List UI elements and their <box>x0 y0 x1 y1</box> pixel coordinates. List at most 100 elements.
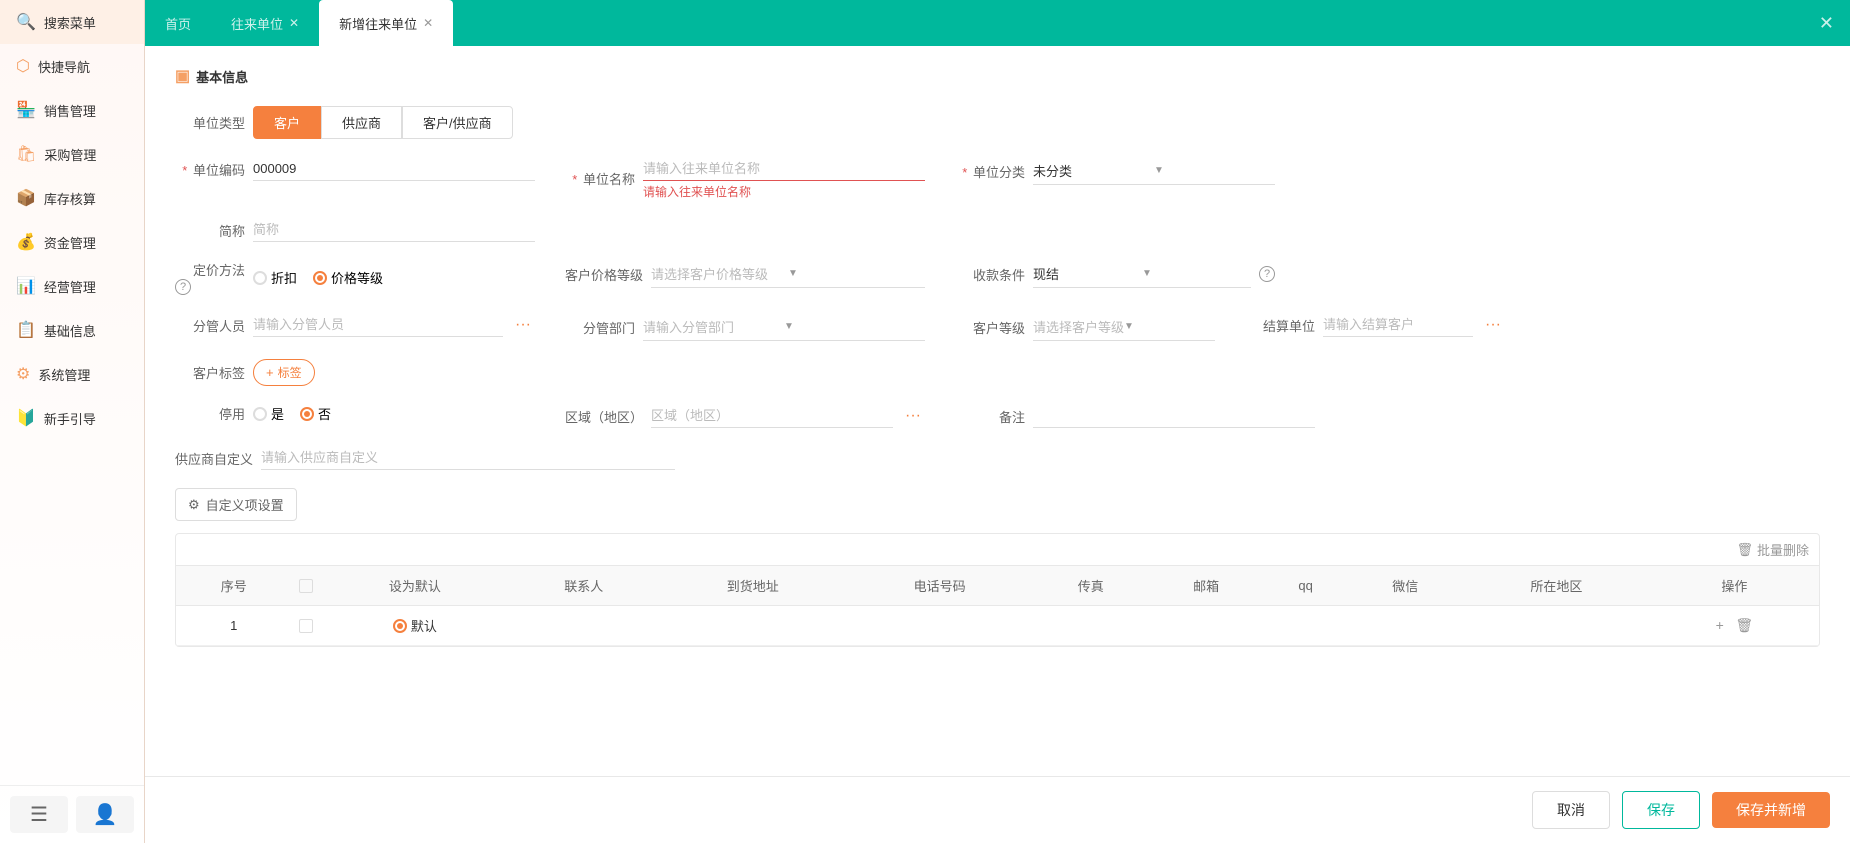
manager-input[interactable] <box>253 313 503 337</box>
table-head: 序号 设为默认 联系人 到货地址 电话号码 传真 邮箱 qq 微信 所在地区 <box>176 566 1819 606</box>
type-btn-supplier[interactable]: 供应商 <box>321 106 402 139</box>
no-label: 否 <box>318 404 331 423</box>
manager-dots-btn[interactable]: ··· <box>511 316 535 334</box>
sidebar-item-label: 搜索菜单 <box>44 13 96 32</box>
customer-price-group: 客户价格等级 请选择客户价格等级 ▼ <box>565 260 925 288</box>
sidebar-user-btn[interactable]: 👤 <box>76 796 134 833</box>
search-icon: 🔍 <box>16 12 36 32</box>
discount-label: 折扣 <box>271 268 297 287</box>
department-select[interactable]: 请输入分管部门 ▼ <box>643 313 925 341</box>
sidebar-item-basic[interactable]: 📋 基础信息 <box>0 308 144 352</box>
tab-home-label: 首页 <box>165 14 191 33</box>
tab-bar: 首页 往来单位 ✕ 新增往来单位 ✕ ✕ <box>145 0 1850 46</box>
abbr-label: 简称 <box>175 221 245 240</box>
disabled-yes[interactable]: 是 <box>253 404 284 423</box>
sidebar-item-purchase[interactable]: 🛍 采购管理 <box>0 132 144 176</box>
region-dots-btn[interactable]: ··· <box>901 407 925 425</box>
table-row: 1 默认 <box>176 606 1819 646</box>
store-icon: 🏪 <box>16 100 36 120</box>
chevron-down-icon: ▼ <box>784 321 925 332</box>
sidebar-item-sales[interactable]: 🏪 销售管理 <box>0 88 144 132</box>
sidebar-item-label: 新手引导 <box>44 409 96 428</box>
tab-new-partner-close[interactable]: ✕ <box>423 16 433 30</box>
table-body: 1 默认 <box>176 606 1819 646</box>
type-btn-customer[interactable]: 客户 <box>253 106 321 139</box>
department-label: 分管部门 <box>565 318 635 337</box>
unit-code-name-row: * 单位编码 * 单位名称 请输入往来单位名称 * 单位分类 <box>175 157 1820 200</box>
unit-name-input[interactable] <box>643 157 925 181</box>
tab-new-partner[interactable]: 新增往来单位 ✕ <box>319 0 453 46</box>
tab-new-partner-label: 新增往来单位 <box>339 14 417 33</box>
add-tag-btn[interactable]: + 标签 <box>253 359 315 386</box>
sidebar-item-guide[interactable]: 🔰 新手引导 <box>0 396 144 440</box>
unit-name-error: 请输入往来单位名称 <box>643 183 925 200</box>
row-default[interactable]: 默认 <box>321 606 508 646</box>
plus-icon: + <box>266 365 274 380</box>
settlement-input[interactable] <box>1323 313 1473 337</box>
pricing-help-icon[interactable]: ? <box>175 279 191 295</box>
pricing-price-level[interactable]: 价格等级 <box>313 268 383 287</box>
col-checkbox <box>291 566 321 606</box>
supplier-custom-input[interactable] <box>261 446 675 470</box>
custom-settings-btn[interactable]: ⚙ 自定义项设置 <box>175 488 297 521</box>
no-radio <box>300 407 314 421</box>
row-checkbox[interactable] <box>299 619 313 633</box>
tags-row: 客户标签 + 标签 <box>175 359 1820 386</box>
row-contact <box>508 606 659 646</box>
sidebar-bottom: ☰ 👤 <box>0 785 144 843</box>
form-content: ▣ 基本信息 单位类型 客户 供应商 客户/供应商 * 单位编码 <box>145 46 1850 776</box>
payment-terms-select[interactable]: 现结 ▼ <box>1033 260 1251 288</box>
tab-bar-close-btn[interactable]: ✕ <box>1819 13 1834 34</box>
payment-help-icon[interactable]: ? <box>1259 266 1275 282</box>
type-btn-both[interactable]: 客户/供应商 <box>402 106 513 139</box>
row-phone <box>846 606 1033 646</box>
sidebar-item-quicknav[interactable]: ⬡ 快捷导航 <box>0 44 144 88</box>
row-email <box>1148 606 1263 646</box>
tab-partners[interactable]: 往来单位 ✕ <box>211 0 319 46</box>
cancel-button[interactable]: 取消 <box>1532 791 1610 829</box>
row-wechat <box>1348 606 1463 646</box>
sidebar-item-system[interactable]: ⚙ 系统管理 <box>0 352 144 396</box>
sidebar-item-inventory[interactable]: 📦 库存核算 <box>0 176 144 220</box>
pricing-discount[interactable]: 折扣 <box>253 268 297 287</box>
default-label: 默认 <box>411 616 437 635</box>
batch-delete-icon: 🗑 <box>1736 542 1753 558</box>
sidebar-item-finance[interactable]: 💰 资金管理 <box>0 220 144 264</box>
batch-delete-btn[interactable]: 🗑 批量删除 <box>1736 540 1809 559</box>
row-delete-btn[interactable]: 🗑 <box>1731 617 1757 634</box>
sidebar-expand-btn[interactable]: ☰ <box>10 796 68 833</box>
main-area: 首页 往来单位 ✕ 新增往来单位 ✕ ✕ ▣ 基本信息 单位类型 客户 供应商 … <box>145 0 1850 843</box>
shopping-icon: 🛍 <box>16 144 36 164</box>
row-add-btn[interactable]: + <box>1712 617 1728 633</box>
remark-input[interactable] <box>1033 404 1315 428</box>
sidebar-item-operations[interactable]: 📊 经营管理 <box>0 264 144 308</box>
disabled-no[interactable]: 否 <box>300 404 331 423</box>
settings-icon: ⚙ <box>188 497 200 513</box>
col-phone: 电话号码 <box>846 566 1033 606</box>
row-default-radio[interactable]: 默认 <box>329 616 500 635</box>
region-input[interactable] <box>651 404 893 428</box>
price-level-radio <box>313 271 327 285</box>
chevron-down-icon: ▼ <box>788 268 925 279</box>
abbr-input[interactable] <box>253 218 535 242</box>
unit-code-input[interactable] <box>253 157 535 181</box>
unit-category-value: 未分类 <box>1033 161 1154 180</box>
select-all-checkbox[interactable] <box>299 579 313 593</box>
tab-partners-close[interactable]: ✕ <box>289 16 299 30</box>
payment-terms-group: 收款条件 现结 ▼ ? <box>955 260 1275 288</box>
tab-partners-label: 往来单位 <box>231 14 283 33</box>
box-icon: 📦 <box>16 188 36 208</box>
chevron-down-icon: ▼ <box>1142 268 1251 279</box>
tab-home[interactable]: 首页 <box>145 0 211 46</box>
save-new-button[interactable]: 保存并新增 <box>1712 792 1830 828</box>
customer-price-select[interactable]: 请选择客户价格等级 ▼ <box>651 260 925 288</box>
customer-level-group: 客户等级 请选择客户等级 ▼ <box>955 313 1215 341</box>
sidebar-item-search[interactable]: 🔍 搜索菜单 <box>0 0 144 44</box>
unit-name-input-box: 请输入往来单位名称 <box>643 157 925 200</box>
col-action: 操作 <box>1650 566 1819 606</box>
department-placeholder: 请输入分管部门 <box>643 317 784 336</box>
save-button[interactable]: 保存 <box>1622 791 1700 829</box>
customer-level-select[interactable]: 请选择客户等级 ▼ <box>1033 313 1215 341</box>
unit-category-select[interactable]: 未分类 ▼ <box>1033 157 1275 185</box>
settlement-dots-btn[interactable]: ··· <box>1481 316 1505 334</box>
